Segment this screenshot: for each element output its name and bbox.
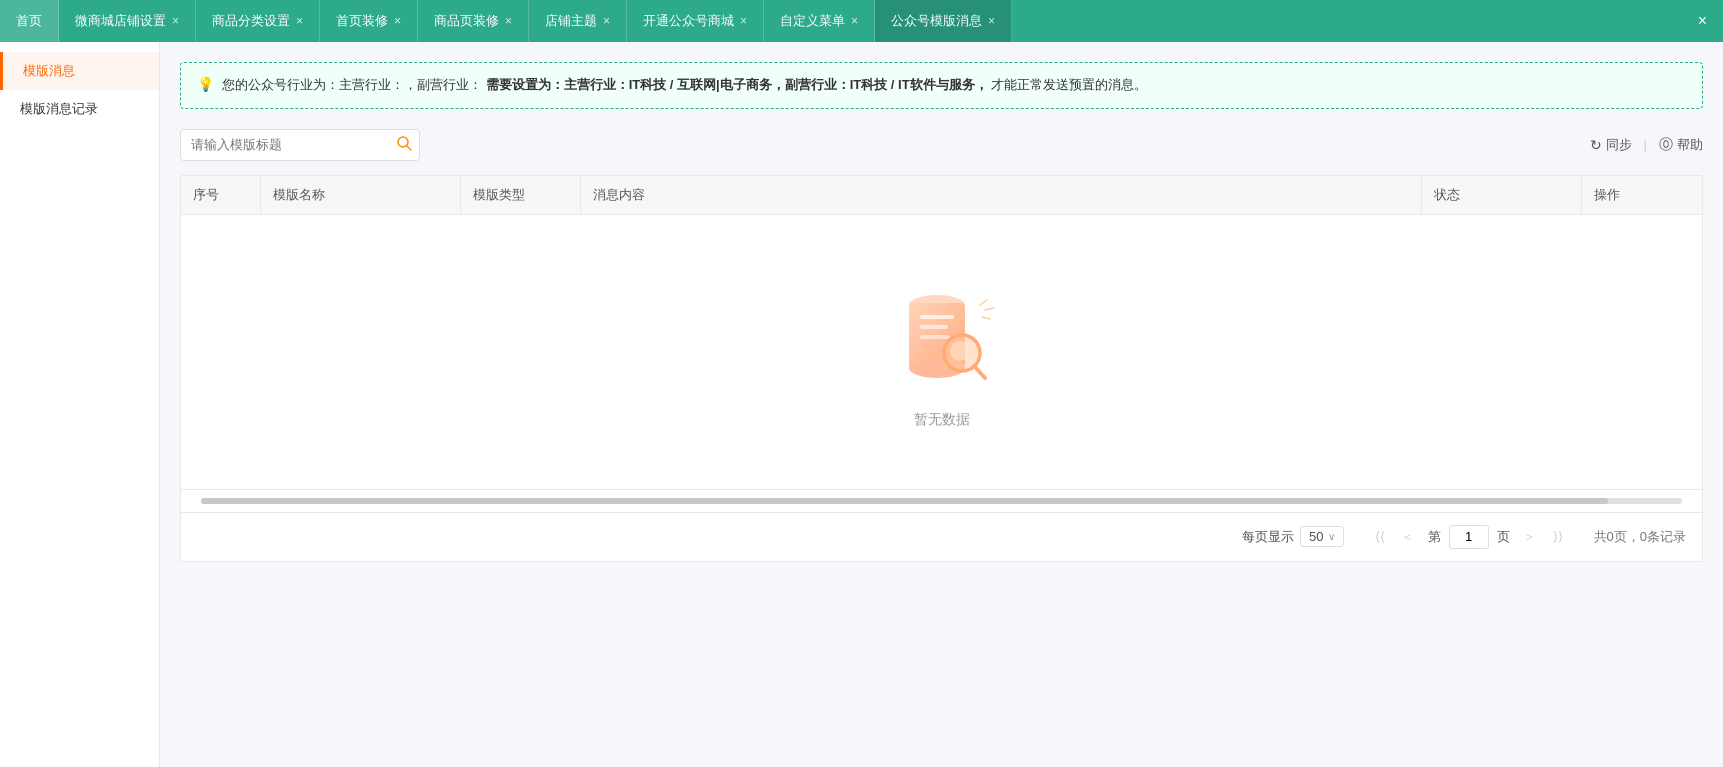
first-page-button[interactable]: ⟨⟨ xyxy=(1368,525,1392,549)
notice-icon: 💡 xyxy=(197,76,214,92)
search-button[interactable] xyxy=(397,136,412,154)
prev-page-button[interactable]: ＜ xyxy=(1396,525,1420,549)
nav-tab-label: 商品页装修 xyxy=(434,12,499,30)
toolbar-right: ↻ 同步 | ⓪ 帮助 xyxy=(1590,136,1703,154)
data-table: 序号模版名称模版类型消息内容状态操作 xyxy=(180,175,1703,562)
scrollbar-wrap xyxy=(181,489,1702,512)
table-header-status: 状态 xyxy=(1422,176,1582,214)
page-number-input[interactable] xyxy=(1449,525,1489,549)
scrollbar-track[interactable] xyxy=(201,498,1682,504)
table-header-type: 模版类型 xyxy=(461,176,581,214)
nav-tab-home[interactable]: 首页 xyxy=(0,0,59,42)
close-all-button[interactable]: × xyxy=(1682,12,1723,30)
nav-tab-close-template-msg[interactable]: × xyxy=(988,14,995,28)
sync-label: 同步 xyxy=(1606,136,1632,154)
page-size-selector: 每页显示 50 ∨ xyxy=(1242,526,1343,547)
table-header-name: 模版名称 xyxy=(261,176,461,214)
page-size-label: 每页显示 xyxy=(1242,528,1294,546)
page-size-select-box[interactable]: 50 ∨ xyxy=(1300,526,1343,547)
next-page-button[interactable]: ＞ xyxy=(1518,525,1542,549)
svg-point-9 xyxy=(950,341,970,361)
nav-tab-close-product-decoration[interactable]: × xyxy=(505,14,512,28)
nav-tab-label: 公众号模版消息 xyxy=(891,12,982,30)
notice-suffix: 才能正常发送预置的消息。 xyxy=(991,77,1147,92)
table-header: 序号模版名称模版类型消息内容状态操作 xyxy=(181,176,1702,215)
page-navigation: ⟨⟨ ＜ 第 页 ＞ ⟩⟩ xyxy=(1368,525,1570,549)
nav-tab-close-open-mall[interactable]: × xyxy=(740,14,747,28)
search-input-wrap xyxy=(180,129,420,161)
notice-text: 您的公众号行业为：主营行业：，副营行业： 需要设置为：主营行业：IT科技 / 互… xyxy=(222,75,1147,96)
svg-line-10 xyxy=(974,366,985,378)
nav-tab-open-mall[interactable]: 开通公众号商城 × xyxy=(627,0,764,42)
nav-tab-label: 商品分类设置 xyxy=(212,12,290,30)
pagination: 每页显示 50 ∨ ⟨⟨ ＜ 第 页 ＞ ⟩⟩ 共0页，0条记录 xyxy=(181,512,1702,561)
empty-text: 暂无数据 xyxy=(914,411,970,429)
sync-button[interactable]: ↻ 同步 xyxy=(1590,136,1632,154)
nav-tab-template-msg[interactable]: 公众号模版消息 × xyxy=(875,0,1012,42)
page-size-value: 50 xyxy=(1309,529,1323,544)
nav-tab-category-settings[interactable]: 商品分类设置 × xyxy=(196,0,320,42)
scrollbar-thumb[interactable] xyxy=(201,498,1608,504)
sidebar-item-template-message[interactable]: 模版消息 xyxy=(0,52,159,90)
nav-tab-label: 开通公众号商城 xyxy=(643,12,734,30)
nav-tab-custom-menu[interactable]: 自定义菜单 × xyxy=(764,0,875,42)
search-input[interactable] xyxy=(180,129,420,161)
help-icon: ⓪ xyxy=(1659,136,1673,154)
nav-tab-close-category-settings[interactable]: × xyxy=(296,14,303,28)
chevron-down-icon: ∨ xyxy=(1328,531,1335,542)
main-content: 💡 您的公众号行业为：主营行业：，副营行业： 需要设置为：主营行业：IT科技 /… xyxy=(160,42,1723,767)
table-header-content: 消息内容 xyxy=(581,176,1422,214)
notice-prefix: 您的公众号行业为：主营行业：，副营行业： xyxy=(222,77,482,92)
nav-tab-label: 微商城店铺设置 xyxy=(75,12,166,30)
svg-line-1 xyxy=(407,146,411,150)
svg-line-12 xyxy=(985,308,994,310)
nav-tab-label: 首页 xyxy=(16,12,42,30)
divider: | xyxy=(1644,137,1647,152)
page-suffix-label: 页 xyxy=(1497,528,1510,546)
total-info: 共0页，0条记录 xyxy=(1594,528,1686,546)
empty-state: 暂无数据 xyxy=(181,215,1702,489)
nav-tab-close-shop-settings[interactable]: × xyxy=(172,14,179,28)
nav-tab-close-home-decoration[interactable]: × xyxy=(394,14,401,28)
notice-banner: 💡 您的公众号行业为：主营行业：，副营行业： 需要设置为：主营行业：IT科技 /… xyxy=(180,62,1703,109)
help-label: 帮助 xyxy=(1677,136,1703,154)
svg-rect-7 xyxy=(920,335,950,339)
help-button[interactable]: ⓪ 帮助 xyxy=(1659,136,1703,154)
nav-tab-label: 自定义菜单 xyxy=(780,12,845,30)
nav-tab-shop-theme[interactable]: 店铺主题 × xyxy=(529,0,627,42)
empty-illustration xyxy=(882,275,1002,395)
svg-rect-5 xyxy=(920,315,954,319)
table-header-index: 序号 xyxy=(181,176,261,214)
nav-tab-shop-settings[interactable]: 微商城店铺设置 × xyxy=(59,0,196,42)
top-navigation: 首页微商城店铺设置×商品分类设置×首页装修×商品页装修×店铺主题×开通公众号商城… xyxy=(0,0,1723,42)
search-bar: ↻ 同步 | ⓪ 帮助 xyxy=(180,129,1703,161)
svg-line-11 xyxy=(980,300,987,305)
main-layout: 模版消息模版消息记录 💡 您的公众号行业为：主营行业：，副营行业： 需要设置为：… xyxy=(0,42,1723,767)
nav-tab-label: 店铺主题 xyxy=(545,12,597,30)
last-page-button[interactable]: ⟩⟩ xyxy=(1546,525,1570,549)
sync-icon: ↻ xyxy=(1590,137,1602,153)
nav-tab-product-decoration[interactable]: 商品页装修 × xyxy=(418,0,529,42)
nav-tab-label: 首页装修 xyxy=(336,12,388,30)
svg-rect-6 xyxy=(920,325,948,329)
notice-highlight: 需要设置为：主营行业：IT科技 / 互联网|电子商务，副营行业：IT科技 / I… xyxy=(486,77,988,92)
nav-tab-home-decoration[interactable]: 首页装修 × xyxy=(320,0,418,42)
svg-line-13 xyxy=(982,317,990,319)
sidebar: 模版消息模版消息记录 xyxy=(0,42,160,767)
nav-tab-close-custom-menu[interactable]: × xyxy=(851,14,858,28)
page-prefix-label: 第 xyxy=(1428,528,1441,546)
empty-icon xyxy=(882,275,1002,395)
sidebar-item-template-message-log[interactable]: 模版消息记录 xyxy=(0,90,159,128)
table-header-action: 操作 xyxy=(1582,176,1702,214)
nav-tab-close-shop-theme[interactable]: × xyxy=(603,14,610,28)
